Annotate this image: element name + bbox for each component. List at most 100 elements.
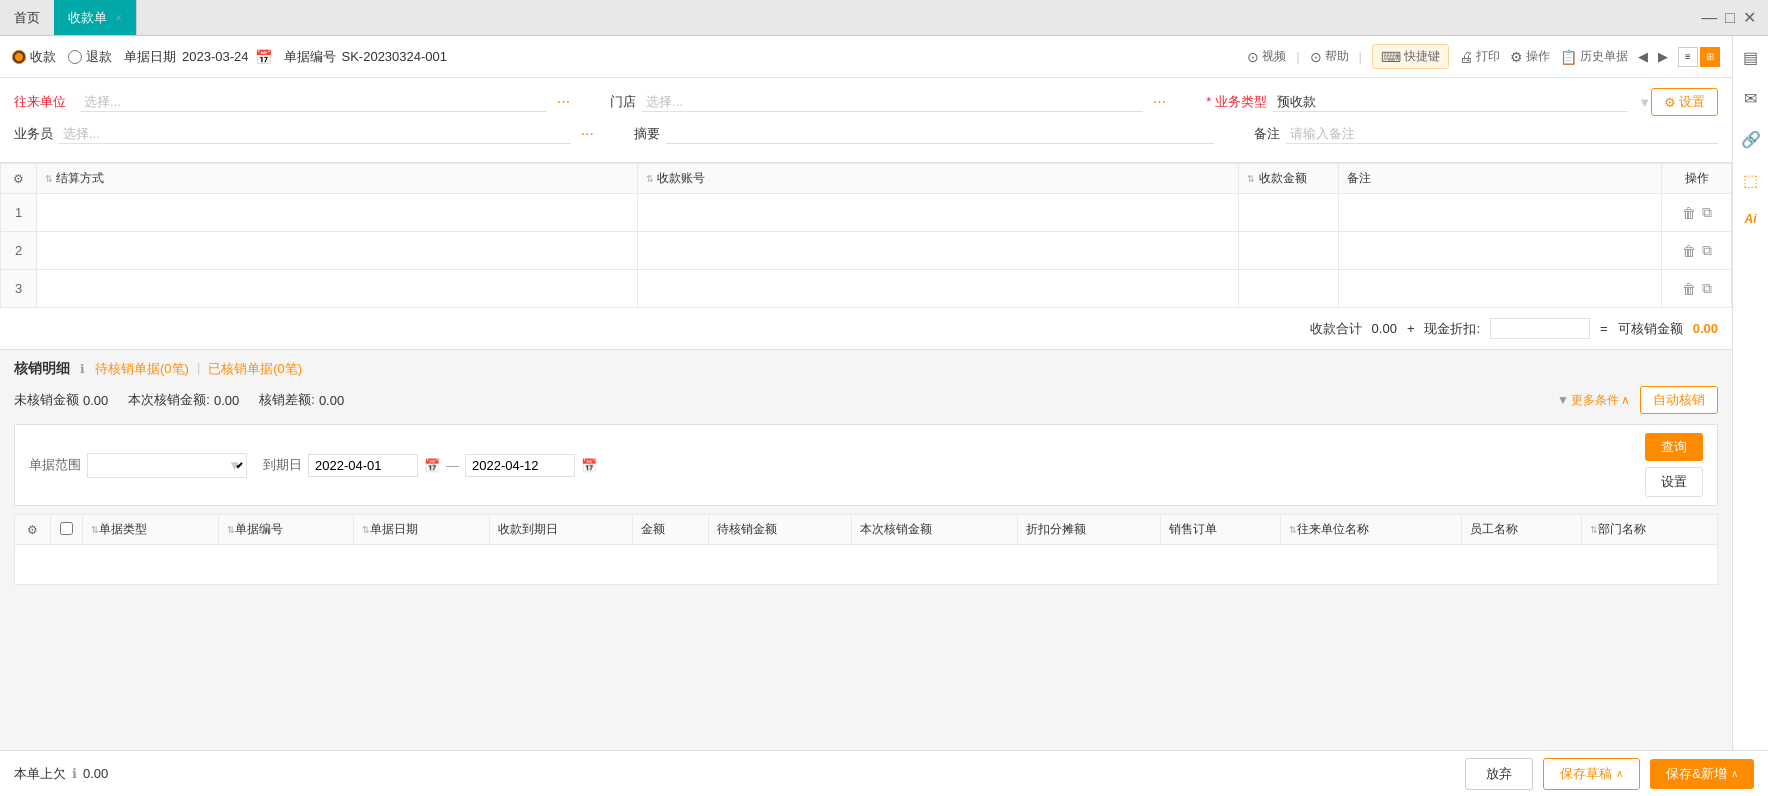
- print-icon: 🖨: [1459, 49, 1473, 65]
- abstract-label: 摘要: [634, 125, 660, 143]
- close-icon[interactable]: ✕: [1743, 8, 1756, 27]
- form-row-1: 往来单位 ··· 门店 ··· * 业务类型 ▼ ⚙ 设置: [14, 88, 1718, 116]
- copy-row-icon-1[interactable]: ⧉: [1702, 204, 1712, 221]
- history-btn[interactable]: 📋 历史单据: [1560, 48, 1628, 65]
- radio-receive[interactable]: 收款: [12, 48, 56, 66]
- td-settlement-2[interactable]: [37, 232, 638, 270]
- date-from-input[interactable]: [308, 454, 418, 477]
- tab-receipt[interactable]: 收款单 ×: [54, 0, 137, 35]
- shortcut-btn[interactable]: ⌨ 快捷键: [1372, 44, 1449, 69]
- query-button[interactable]: 查询: [1645, 433, 1703, 461]
- store-field: 门店 ···: [610, 92, 1166, 112]
- business-type-input[interactable]: [1273, 92, 1628, 112]
- td-settlement-1[interactable]: [37, 194, 638, 232]
- radio-refund[interactable]: 退款: [68, 48, 112, 66]
- save-new-button[interactable]: 保存&新增 ∧: [1650, 759, 1754, 789]
- td-amount-2[interactable]: [1239, 232, 1339, 270]
- delete-row-icon-2[interactable]: 🗑: [1682, 243, 1696, 259]
- salesperson-label: 业务员: [14, 125, 53, 143]
- print-btn[interactable]: 🖨 打印: [1459, 48, 1500, 65]
- vth-type: ⇅单据类型: [83, 515, 219, 545]
- operation-btn[interactable]: ⚙ 操作: [1510, 48, 1550, 65]
- counterparty-more-icon[interactable]: ···: [557, 93, 570, 111]
- help-icon: ⊙: [1310, 49, 1322, 65]
- counterparty-input[interactable]: [80, 92, 547, 112]
- abandon-button[interactable]: 放弃: [1465, 758, 1533, 790]
- number-field: 单据编号 SK-20230324-001: [284, 48, 448, 66]
- vtable-gear-icon[interactable]: ⚙: [27, 523, 38, 537]
- td-account-3[interactable]: [638, 270, 1239, 308]
- td-account-1[interactable]: [638, 194, 1239, 232]
- calendar-from-icon[interactable]: 📅: [424, 458, 440, 473]
- draft-dropdown-icon[interactable]: ∧: [1616, 768, 1623, 779]
- settings-button[interactable]: ⚙ 设置: [1651, 88, 1718, 116]
- range-select[interactable]: [87, 453, 247, 478]
- calendar-icon[interactable]: 📅: [255, 49, 272, 65]
- table-row: 3 🗑 ⧉: [1, 270, 1732, 308]
- calendar-to-icon[interactable]: 📅: [581, 458, 597, 473]
- remark-input[interactable]: [1286, 124, 1718, 144]
- date-to-input[interactable]: [465, 454, 575, 477]
- maximize-icon[interactable]: □: [1725, 9, 1735, 27]
- auto-verify-button[interactable]: 自动核销: [1640, 386, 1718, 414]
- discount-label: 现金折扣:: [1424, 320, 1480, 338]
- sidebar-frame-icon[interactable]: ⬚: [1737, 165, 1764, 196]
- salesperson-more-icon[interactable]: ···: [581, 125, 594, 143]
- table-gear-icon[interactable]: ⚙: [13, 172, 24, 186]
- vth-number: ⇅单据编号: [218, 515, 354, 545]
- td-remark-3[interactable]: [1339, 270, 1662, 308]
- layout-grid-icon[interactable]: ⊞: [1700, 47, 1720, 67]
- sidebar-table-icon[interactable]: ▤: [1737, 42, 1764, 73]
- delete-row-icon-3[interactable]: 🗑: [1682, 281, 1696, 297]
- td-remark-2[interactable]: [1339, 232, 1662, 270]
- td-amount-1[interactable]: [1239, 194, 1339, 232]
- td-amount-3[interactable]: [1239, 270, 1339, 308]
- sidebar-ai-icon[interactable]: Ai: [1739, 206, 1763, 232]
- filter-settings-button[interactable]: 设置: [1645, 467, 1703, 497]
- sidebar-email-icon[interactable]: ✉: [1738, 83, 1763, 114]
- td-remark-1[interactable]: [1339, 194, 1662, 232]
- verify-header: 核销明细 ℹ 待核销单据(0笔) | 已核销单据(0笔): [14, 360, 1718, 378]
- td-settlement-3[interactable]: [37, 270, 638, 308]
- bottom-info-icon[interactable]: ℹ: [72, 766, 77, 781]
- copy-row-icon-3[interactable]: ⧉: [1702, 280, 1712, 297]
- vtable-select-all[interactable]: [60, 522, 73, 535]
- verify-info-icon[interactable]: ℹ: [80, 362, 85, 376]
- delete-row-icon-1[interactable]: 🗑: [1682, 205, 1696, 221]
- salesperson-input[interactable]: [59, 124, 571, 144]
- form-section: 往来单位 ··· 门店 ··· * 业务类型 ▼ ⚙ 设置: [0, 78, 1732, 163]
- discount-input[interactable]: [1490, 318, 1590, 339]
- equals-sign: =: [1600, 321, 1608, 336]
- done-tab[interactable]: 已核销单据(0笔): [208, 360, 302, 378]
- tab-home[interactable]: 首页: [0, 0, 54, 35]
- store-label: 门店: [610, 93, 636, 111]
- layout-list-icon[interactable]: ≡: [1678, 47, 1698, 67]
- vth-this-amount: 本次核销金额: [852, 515, 1017, 545]
- total-label: 收款合计: [1310, 320, 1362, 338]
- store-more-icon[interactable]: ···: [1153, 93, 1166, 111]
- business-type-dropdown-icon[interactable]: ▼: [1638, 95, 1651, 110]
- vth-date: ⇅单据日期: [354, 515, 490, 545]
- abstract-input[interactable]: [666, 124, 1214, 144]
- td-account-2[interactable]: [638, 232, 1239, 270]
- prev-btn[interactable]: ◀: [1638, 49, 1648, 64]
- store-input[interactable]: [642, 92, 1143, 112]
- save-draft-button[interactable]: 保存草稿 ∧: [1543, 758, 1640, 790]
- save-new-dropdown-icon[interactable]: ∧: [1731, 768, 1738, 779]
- operation-icon: ⚙: [1510, 49, 1523, 65]
- sidebar-link-icon[interactable]: 🔗: [1735, 124, 1767, 155]
- available-label: 可核销金额: [1618, 320, 1683, 338]
- vth-employee: 员工名称: [1461, 515, 1582, 545]
- total-value: 0.00: [1372, 321, 1397, 336]
- tab-close-icon[interactable]: ×: [115, 11, 122, 25]
- more-conditions-btn[interactable]: ▼ 更多条件 ∧: [1557, 392, 1630, 409]
- remark-field: 备注: [1254, 124, 1718, 144]
- video-btn[interactable]: ⊙ 视频: [1247, 48, 1286, 65]
- next-btn[interactable]: ▶: [1658, 49, 1668, 64]
- minimize-icon[interactable]: —: [1701, 9, 1717, 27]
- help-btn[interactable]: ⊙ 帮助: [1310, 48, 1349, 65]
- copy-row-icon-2[interactable]: ⧉: [1702, 242, 1712, 259]
- th-actions: 操作: [1662, 164, 1732, 194]
- form-row-2: 业务员 ··· 摘要 备注: [14, 124, 1718, 144]
- pending-tab[interactable]: 待核销单据(0笔): [95, 360, 189, 378]
